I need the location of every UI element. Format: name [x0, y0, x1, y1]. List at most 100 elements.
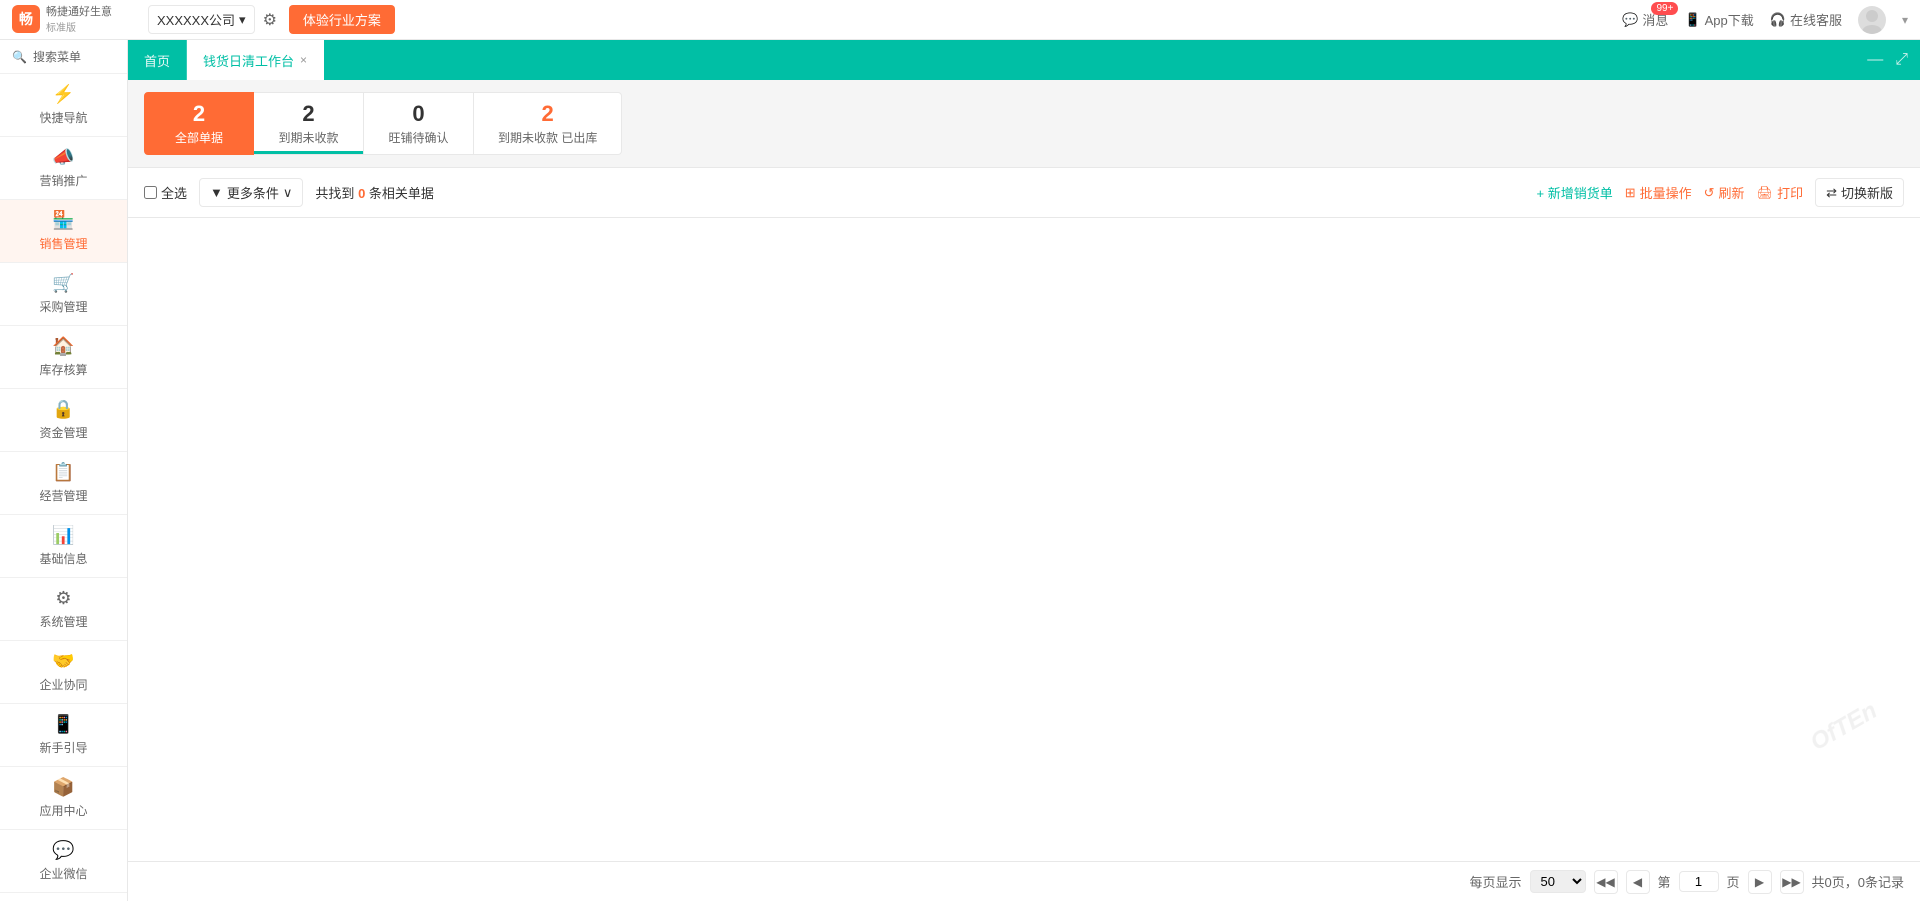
wechat-icon: 💬: [52, 840, 74, 861]
tab-minimize-icon[interactable]: —: [1867, 51, 1883, 69]
filter-icon: ▼: [210, 185, 223, 200]
print-button[interactable]: 🖨 打印: [1757, 183, 1804, 202]
main-content: 2 全部单据 2 到期未收款 0 旺铺待确认 2 到期未收款 已出库 全选: [128, 80, 1920, 901]
basic-info-icon: 📊: [52, 525, 74, 546]
sidebar-item-basic-info[interactable]: 📊 基础信息: [0, 515, 127, 578]
stat-label-pending: 旺铺待确认: [388, 129, 448, 146]
sidebar-item-finance[interactable]: 🔒 资金管理: [0, 389, 127, 452]
system-icon: ⚙: [55, 588, 71, 609]
stat-tab-pending[interactable]: 0 旺铺待确认: [364, 92, 474, 155]
company-selector[interactable]: XXXXXX公司 ▾: [148, 5, 255, 34]
chevron-down-icon: ▾: [239, 12, 246, 28]
prev-page-button[interactable]: ◀: [1626, 870, 1650, 894]
tab-close-icon[interactable]: ×: [300, 53, 307, 67]
app-center-icon: 📦: [52, 777, 74, 798]
stat-label-all: 全部单据: [175, 129, 223, 146]
stat-tab-overdue[interactable]: 2 到期未收款: [254, 92, 364, 155]
service-icon: 🎧: [1770, 12, 1786, 28]
trial-button[interactable]: 体验行业方案: [289, 5, 395, 34]
stat-label-overdue: 到期未收款: [278, 129, 338, 146]
print-icon: 🖨: [1757, 185, 1774, 201]
stats-tabs: 2 全部单据 2 到期未收款 0 旺铺待确认 2 到期未收款 已出库: [128, 80, 1920, 168]
sidebar-item-operations[interactable]: 📋 经营管理: [0, 452, 127, 515]
add-sales-order-button[interactable]: + 新增销货单: [1536, 183, 1612, 202]
tab-active[interactable]: 钱货日清工作台 ×: [187, 40, 324, 80]
app-download-button[interactable]: 📱 App下载: [1684, 10, 1753, 29]
batch-operation-button[interactable]: ⊞ 批量操作: [1625, 183, 1692, 202]
page-size-select[interactable]: 50 100 200: [1530, 870, 1586, 893]
search-icon: 🔍: [12, 50, 27, 64]
sidebar-item-app-center[interactable]: 📦 应用中心: [0, 767, 127, 830]
switch-version-button[interactable]: ⇄ 切换新版: [1815, 178, 1904, 207]
sidebar-item-member[interactable]: ▽ 畅会员: [0, 893, 127, 901]
stat-num-all: 2: [193, 101, 205, 127]
stat-num-pending: 0: [412, 101, 424, 127]
message-icon: 💬: [1622, 12, 1638, 28]
purchase-icon: 🛒: [52, 273, 74, 294]
finance-icon: 🔒: [52, 399, 74, 420]
empty-content-area: [128, 218, 1920, 718]
quick-nav-icon: ⚡: [52, 84, 74, 105]
sidebar-item-marketing[interactable]: 📣 营销推广: [0, 137, 127, 200]
tab-restore-icon[interactable]: ⤢: [1895, 51, 1908, 69]
sidebar-item-system[interactable]: ⚙ 系统管理: [0, 578, 127, 641]
stat-underline: [254, 151, 363, 154]
select-all-checkbox[interactable]: 全选: [144, 183, 187, 202]
sidebar-item-sales[interactable]: 🏪 销售管理: [0, 200, 127, 263]
first-page-button[interactable]: ◀◀: [1594, 870, 1618, 894]
tab-actions: — ⤢: [1855, 40, 1920, 80]
found-count: 0: [358, 186, 365, 201]
page-word2: 页: [1727, 872, 1740, 891]
app-logo: 畅: [12, 5, 40, 33]
username-area[interactable]: ▾: [1902, 13, 1908, 27]
sidebar-item-purchase[interactable]: 🛒 采购管理: [0, 263, 127, 326]
sidebar-item-quick-nav[interactable]: ⚡ 快捷导航: [0, 74, 127, 137]
logo-area: 畅 畅捷通好生意 标准版: [12, 5, 140, 34]
filter-button[interactable]: ▼ 更多条件 ∨: [199, 178, 303, 207]
top-header: 畅 畅捷通好生意 标准版 XXXXXX公司 ▾ ⚙ 体验行业方案 💬 消息 99…: [0, 0, 1920, 40]
stat-num-overdue: 2: [302, 101, 314, 127]
online-service-button[interactable]: 🎧 在线客服: [1770, 10, 1842, 29]
sidebar-item-cooperation[interactable]: 🤝 企业协同: [0, 641, 127, 704]
cooperation-icon: 🤝: [52, 651, 74, 672]
header-right: 💬 消息 99+ 📱 App下载 🎧 在线客服 ▾: [1622, 6, 1908, 34]
message-button[interactable]: 💬 消息 99+: [1622, 10, 1668, 29]
message-badge: 99+: [1651, 2, 1678, 15]
logo-text: 畅捷通好生意 标准版: [46, 5, 112, 34]
per-page-label: 每页显示: [1469, 872, 1521, 891]
guide-icon: 📱: [52, 714, 74, 735]
sidebar: 🔍 搜索菜单 ⚡ 快捷导航 📣 营销推广 🏪 销售管理 🛒 采购管理 🏠 库存核…: [0, 40, 128, 901]
toolbar: 全选 ▼ 更多条件 ∨ 共找到 0 条相关单据 + 新增销货单 ⊞ 批量操作 ↺: [128, 168, 1920, 218]
chevron-icon: ∨: [283, 185, 293, 201]
total-records-label: 共0页，0条记录: [1812, 872, 1904, 891]
stat-label-shipped: 到期未收款 已出库: [498, 129, 597, 146]
last-page-button[interactable]: ▶▶: [1780, 870, 1804, 894]
refresh-icon: ↺: [1704, 185, 1715, 201]
next-page-button[interactable]: ▶: [1748, 870, 1772, 894]
select-all-input[interactable]: [144, 186, 157, 199]
batch-icon: ⊞: [1625, 185, 1636, 201]
company-name: XXXXXX公司: [157, 10, 235, 29]
avatar[interactable]: [1858, 6, 1886, 34]
pagination-bar: 每页显示 50 100 200 ◀◀ ◀ 第 页 ▶ ▶▶ 共0页，0条记录: [128, 861, 1920, 901]
sidebar-item-guide[interactable]: 📱 新手引导: [0, 704, 127, 767]
page-input[interactable]: [1679, 871, 1719, 892]
sales-icon: 🏪: [52, 210, 74, 231]
marketing-icon: 📣: [52, 147, 74, 168]
content-area: 2 全部单据 2 到期未收款 0 旺铺待确认 2 到期未收款 已出库 全选: [128, 80, 1920, 901]
found-text: 共找到 0 条相关单据: [315, 183, 434, 202]
tab-nav: 首页 钱货日清工作台 × — ⤢: [128, 40, 1920, 80]
gear-icon[interactable]: ⚙: [263, 10, 277, 30]
stat-tab-shipped[interactable]: 2 到期未收款 已出库: [474, 92, 622, 155]
stat-tab-all[interactable]: 2 全部单据: [144, 92, 254, 155]
stat-num-shipped: 2: [542, 101, 554, 127]
toolbar-right: + 新增销货单 ⊞ 批量操作 ↺ 刷新 🖨 打印 ⇄ 切换新版: [1536, 178, 1904, 207]
inventory-icon: 🏠: [52, 336, 74, 357]
search-menu-button[interactable]: 🔍 搜索菜单: [0, 40, 127, 74]
page-word: 第: [1658, 872, 1671, 891]
refresh-button[interactable]: ↺ 刷新: [1704, 183, 1745, 202]
sidebar-item-wechat[interactable]: 💬 企业微信: [0, 830, 127, 893]
tab-home[interactable]: 首页: [128, 40, 187, 80]
operations-icon: 📋: [52, 462, 74, 483]
sidebar-item-inventory[interactable]: 🏠 库存核算: [0, 326, 127, 389]
